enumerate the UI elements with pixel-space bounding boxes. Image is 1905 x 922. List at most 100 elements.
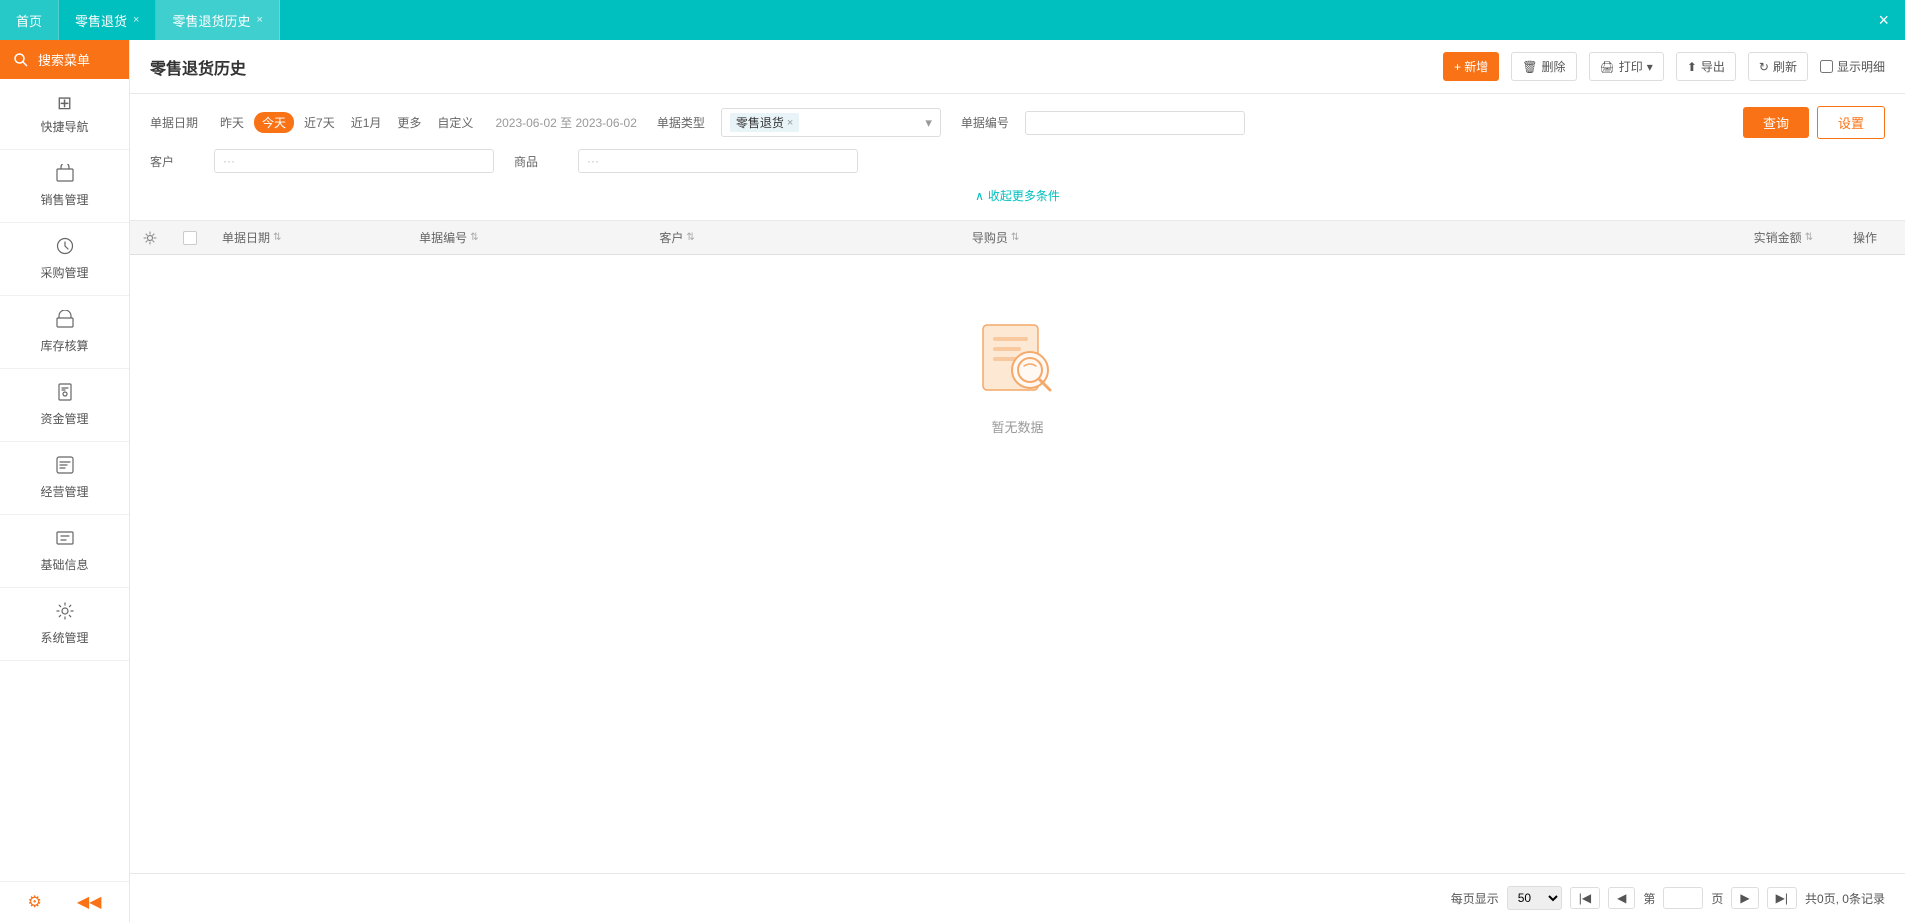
goods-input[interactable]: ··· (578, 149, 858, 173)
goods-label: 商品 (514, 153, 570, 170)
sidebar-item-basic-info[interactable]: 基础信息 (0, 515, 129, 588)
th-guide-sort[interactable]: ⇅ (1011, 232, 1019, 243)
th-guide-label: 导购员 (972, 229, 1008, 246)
date-btn-7days[interactable]: 近7天 (298, 112, 341, 133)
system-mgmt-icon (56, 602, 74, 625)
filter-row-2: 客户 ··· 商品 ··· (150, 149, 1885, 173)
sales-mgmt-icon (56, 164, 74, 187)
sidebar-item-operations[interactable]: 经营管理 (0, 442, 129, 515)
show-detail-checkbox[interactable] (1820, 60, 1833, 73)
set-button[interactable]: 设置 (1817, 106, 1885, 139)
date-range-display: 2023-06-02 至 2023-06-02 (495, 114, 636, 131)
bill-date-label: 单据日期 (150, 114, 206, 131)
query-button[interactable]: 查询 (1743, 107, 1809, 138)
gear-icon[interactable]: ⚙ (28, 892, 42, 912)
date-btn-more[interactable]: 更多 (391, 112, 427, 133)
sidebar-item-system-mgmt[interactable]: 系统管理 (0, 588, 129, 661)
th-ops: 操作 (1825, 229, 1905, 246)
sidebar-items: ⊞ 快捷导航 销售管理 采购管理 (0, 79, 129, 881)
page-input[interactable]: 1 (1663, 887, 1703, 909)
th-actual-amount: 实销金额 ⇅ (1657, 229, 1825, 246)
sidebar-item-system-mgmt-label: 系统管理 (40, 629, 88, 646)
th-bill-date: 单据日期 ⇅ (210, 229, 407, 246)
tab-retail-return-history-close[interactable]: × (256, 14, 262, 26)
new-button[interactable]: + 新增 (1443, 52, 1499, 81)
th-bill-num-sort[interactable]: ⇅ (470, 232, 478, 243)
date-btn-yesterday[interactable]: 昨天 (214, 112, 250, 133)
sidebar-item-sales-mgmt[interactable]: 销售管理 (0, 150, 129, 223)
tab-home[interactable]: 首页 (0, 0, 59, 40)
customer-dots: ··· (223, 154, 235, 168)
collapse-button[interactable]: ∧ 收起更多条件 (971, 183, 1064, 208)
refresh-button[interactable]: ↻ 刷新 (1748, 52, 1808, 81)
export-button[interactable]: ⬆ 导出 (1676, 52, 1736, 81)
sidebar-item-finance[interactable]: 资金管理 (0, 369, 129, 442)
sidebar-item-inventory[interactable]: 库存核算 (0, 296, 129, 369)
filter-bill-num: 单据编号 (961, 111, 1245, 135)
basic-info-icon (56, 529, 74, 552)
tab-retail-return-history[interactable]: 零售退货历史 × (156, 0, 279, 40)
bill-num-input[interactable] (1025, 111, 1245, 135)
sidebar-item-finance-label: 资金管理 (40, 410, 88, 427)
filter-bill-type: 单据类型 零售退货 × ▾ (657, 108, 941, 137)
bill-type-select[interactable]: 零售退货 × ▾ (721, 108, 941, 137)
date-btn-today[interactable]: 今天 (254, 112, 294, 133)
customer-input[interactable]: ··· (214, 149, 494, 173)
bill-type-label: 单据类型 (657, 114, 713, 131)
empty-icon (968, 315, 1068, 405)
total-label: 共0页, 0条记录 (1805, 890, 1885, 907)
per-page-label: 每页显示 (1451, 890, 1499, 907)
bill-num-label: 单据编号 (961, 114, 1017, 131)
search-menu-button[interactable]: 搜索菜单 (0, 40, 129, 79)
empty-state: 暂无数据 (130, 255, 1905, 496)
date-btn-1month[interactable]: 近1月 (345, 112, 388, 133)
delete-icon: 🗑 (1522, 60, 1537, 74)
first-page-button[interactable]: |◀ (1570, 887, 1600, 909)
th-checkbox[interactable] (170, 231, 210, 245)
th-bill-num: 单据编号 ⇅ (407, 229, 647, 246)
th-bill-num-label: 单据编号 (419, 229, 467, 246)
tab-retail-return-label: 零售退货 (75, 11, 127, 30)
tab-retail-return-close[interactable]: × (133, 14, 139, 26)
top-bar-right: × (1878, 10, 1905, 31)
tab-retail-return[interactable]: 零售退货 × (59, 0, 156, 40)
main-layout: 搜索菜单 ⊞ 快捷导航 销售管理 (0, 40, 1905, 922)
delete-button[interactable]: 🗑 删除 (1511, 52, 1576, 81)
th-settings[interactable] (130, 231, 170, 245)
collapse-label: 收起更多条件 (988, 187, 1060, 204)
sidebar-item-quick-nav[interactable]: ⊞ 快捷导航 (0, 79, 129, 150)
th-bill-date-sort[interactable]: ⇅ (273, 232, 281, 243)
bill-type-tag-close[interactable]: × (787, 117, 793, 129)
filter-row-1: 单据日期 昨天 今天 近7天 近1月 更多 自定义 2023-06-02 至 2… (150, 106, 1885, 139)
sidebar-item-purchase-mgmt[interactable]: 采购管理 (0, 223, 129, 296)
pagination: 每页显示 50 100 200 |◀ ◀ 第 1 页 ▶ ▶| 共0页, 0条记… (130, 873, 1905, 922)
print-button[interactable]: 🖨 打印 ▾ (1589, 52, 1664, 81)
th-bill-date-label: 单据日期 (222, 229, 270, 246)
page-title: 零售退货历史 (150, 55, 246, 79)
next-page-button[interactable]: ▶ (1731, 887, 1758, 909)
prev-page-button[interactable]: ◀ (1608, 887, 1635, 909)
filter-area: 单据日期 昨天 今天 近7天 近1月 更多 自定义 2023-06-02 至 2… (130, 94, 1905, 221)
print-icon: 🖨 (1600, 60, 1615, 74)
per-page-select[interactable]: 50 100 200 (1507, 886, 1562, 910)
purchase-mgmt-icon (56, 237, 74, 260)
finance-icon (56, 383, 74, 406)
header-actions: + 新增 🗑 删除 🖨 打印 ▾ ⬆ 导出 ↻ 刷新 (1443, 52, 1885, 81)
top-bar: 首页 零售退货 × 零售退货历史 × × (0, 0, 1905, 40)
date-btn-custom[interactable]: 自定义 (431, 112, 479, 133)
filter-customer: 客户 ··· (150, 149, 494, 173)
th-customer-sort[interactable]: ⇅ (686, 232, 694, 243)
sidebar-item-purchase-mgmt-label: 采购管理 (40, 264, 88, 281)
th-actual-amount-sort[interactable]: ⇅ (1805, 232, 1813, 243)
empty-text: 暂无数据 (991, 417, 1043, 436)
volume-icon[interactable]: ◀◀ (77, 892, 102, 912)
inventory-icon (56, 310, 74, 333)
last-page-button[interactable]: ▶| (1767, 887, 1797, 909)
th-ops-label: 操作 (1853, 229, 1877, 246)
th-customer-label: 客户 (659, 229, 683, 246)
sidebar-item-quick-nav-label: 快捷导航 (40, 118, 88, 135)
window-close-button[interactable]: × (1878, 10, 1889, 31)
th-customer: 客户 ⇅ (647, 229, 959, 246)
select-all-checkbox[interactable] (183, 231, 197, 245)
operations-icon (56, 456, 74, 479)
